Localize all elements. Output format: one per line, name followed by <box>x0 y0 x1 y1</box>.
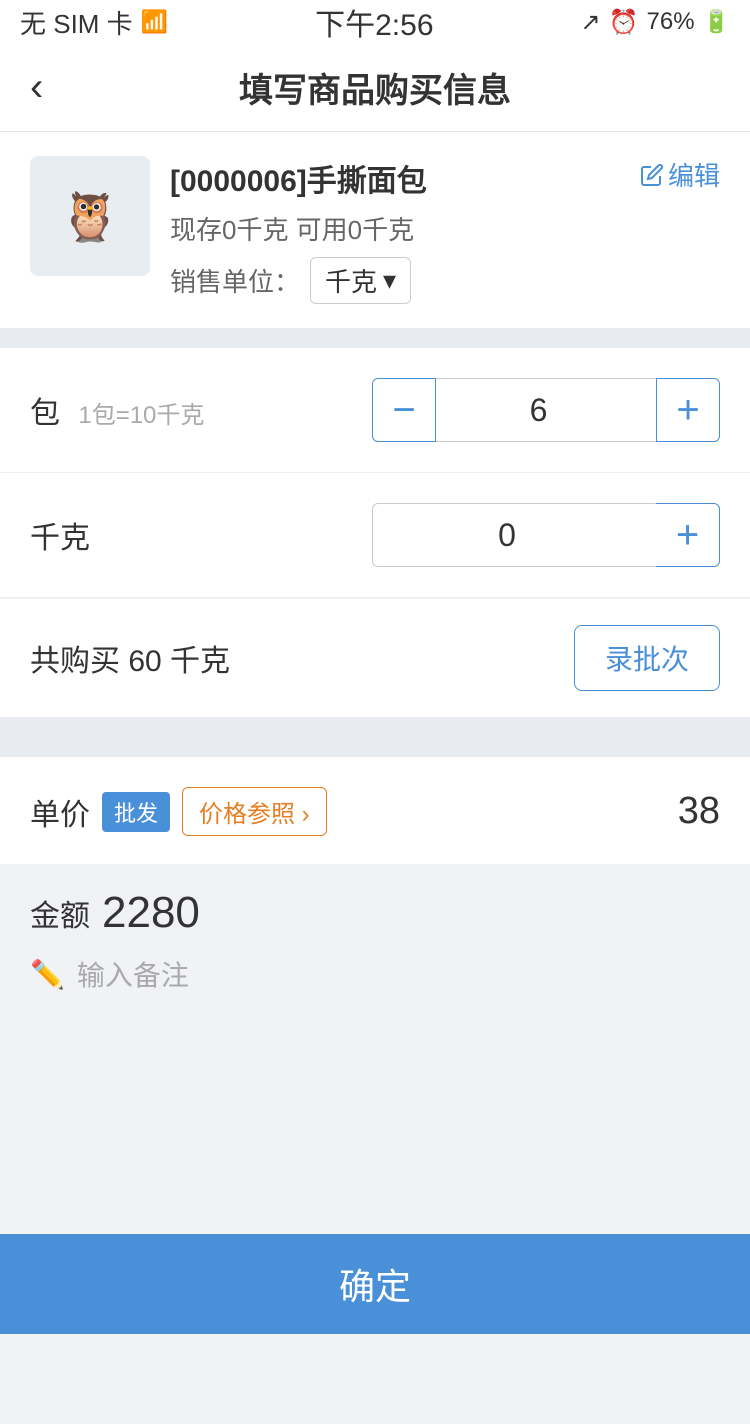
pencil-icon: ✏️ <box>30 958 65 991</box>
content-area <box>0 1024 750 1424</box>
edit-label: 编辑 <box>668 156 720 193</box>
edit-icon <box>640 163 664 187</box>
confirm-button[interactable]: 确定 <box>0 1234 750 1334</box>
divider-1 <box>0 328 750 348</box>
remark-row[interactable]: ✏️ 输入备注 <box>30 954 720 994</box>
location-icon: ↗ <box>581 8 601 37</box>
unit-dropdown-icon: ▾ <box>383 265 396 296</box>
total-label: 共购买 60 千克 <box>30 636 230 680</box>
product-stock: 现存0千克 可用0千克 <box>170 210 720 247</box>
amount-row: 金额 2280 <box>30 888 720 938</box>
record-batch-button[interactable]: 录批次 <box>574 625 720 691</box>
kg-control: + <box>372 503 720 567</box>
status-bar: 无 SIM 卡 📶 下午2:56 ↗ ⏰ 76% 🔋 <box>0 0 750 44</box>
package-label: 包 1包=10千克 <box>30 388 372 432</box>
amount-value: 2280 <box>102 888 200 938</box>
package-sub-label: 1包=10千克 <box>78 402 204 429</box>
edit-button[interactable]: 编辑 <box>640 156 720 193</box>
page-title: 填写商品购买信息 <box>239 63 511 112</box>
status-time: 下午2:56 <box>315 0 433 44</box>
kg-input[interactable] <box>372 503 656 567</box>
price-value: 38 <box>678 790 720 833</box>
amount-label: 金额 <box>30 891 90 935</box>
kg-plus-button[interactable]: + <box>656 503 720 567</box>
price-section: 单价 批发 价格参照 › 38 <box>0 737 750 864</box>
price-reference-button[interactable]: 价格参照 › <box>182 787 327 836</box>
battery-text: 76% <box>647 8 695 36</box>
product-thumbnail: 🦉 <box>30 156 150 276</box>
package-control: − + <box>372 378 720 442</box>
battery-icon: 🔋 <box>703 9 730 35</box>
price-label: 单价 <box>30 790 90 834</box>
total-row: 共购买 60 千克 录批次 <box>0 598 750 717</box>
carrier-text: 无 SIM 卡 <box>20 4 133 41</box>
package-minus-button[interactable]: − <box>372 378 436 442</box>
batch-badge: 批发 <box>102 792 170 832</box>
amount-section: 金额 2280 ✏️ 输入备注 <box>0 864 750 1024</box>
remark-placeholder[interactable]: 输入备注 <box>77 954 189 994</box>
kg-input-row: 千克 + <box>0 473 750 598</box>
product-info: [0000006]手撕面包 编辑 现存0千克 可用0千克 销售单位： 千克 ▾ <box>170 156 720 304</box>
product-unit: 销售单位： 千克 ▾ <box>170 257 720 304</box>
product-owl-icon: 🦉 <box>60 188 120 245</box>
status-left: 无 SIM 卡 📶 <box>20 4 168 41</box>
status-right: ↗ ⏰ 76% 🔋 <box>581 8 730 37</box>
price-label-group: 单价 批发 价格参照 › <box>30 787 327 836</box>
alarm-icon: ⏰ <box>609 8 639 37</box>
nav-bar: ‹ 填写商品购买信息 <box>0 44 750 132</box>
input-section: 包 1包=10千克 − + 千克 + 共购买 60 千克 录批次 <box>0 348 750 717</box>
product-name: [0000006]手撕面包 <box>170 156 427 200</box>
back-button[interactable]: ‹ <box>30 65 43 110</box>
wifi-icon: 📶 <box>141 9 168 35</box>
package-input-row: 包 1包=10千克 − + <box>0 348 750 473</box>
divider-2 <box>0 717 750 737</box>
package-plus-button[interactable]: + <box>656 378 720 442</box>
package-input[interactable] <box>436 378 656 442</box>
product-card: 🦉 [0000006]手撕面包 编辑 现存0千克 可用0千克 销售单位： 千克 … <box>0 132 750 328</box>
kg-label: 千克 <box>30 513 372 557</box>
price-row: 单价 批发 价格参照 › 38 <box>30 787 720 836</box>
unit-selector[interactable]: 千克 ▾ <box>310 257 411 304</box>
